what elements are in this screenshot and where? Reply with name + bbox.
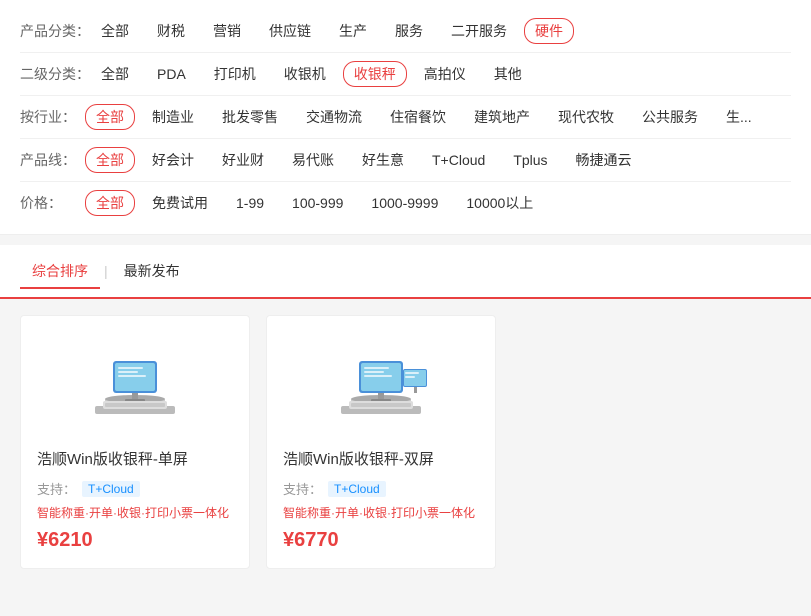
filter-item-price-2[interactable]: 1-99 xyxy=(225,192,275,214)
product-support-0: 支持： T+Cloud xyxy=(37,479,233,498)
filter-item-price-5[interactable]: 10000以上 xyxy=(455,190,544,216)
filter-item-product-line-6[interactable]: Tplus xyxy=(502,149,558,171)
filter-item-price-4[interactable]: 1000-9999 xyxy=(360,192,449,214)
support-tag-0: T+Cloud xyxy=(82,481,140,497)
sort-item-0[interactable]: 综合排序 xyxy=(20,255,100,289)
product-image-1 xyxy=(283,336,479,436)
filter-row-product-category: 产品分类： 全部 财税 营销 供应链 生产 服务 二开服务 硬件 xyxy=(20,10,791,53)
filter-item-product-line-4[interactable]: 好生意 xyxy=(351,147,415,173)
filter-items-industry: 全部 制造业 批发零售 交通物流 住宿餐饮 建筑地产 现代农牧 公共服务 生..… xyxy=(85,104,763,130)
filter-item-product-category-3[interactable]: 供应链 xyxy=(258,18,322,44)
filter-item-sub-category-1[interactable]: PDA xyxy=(146,63,197,85)
filter-row-price: 价格： 全部 免费试用 1-99 100-999 1000-9999 10000… xyxy=(20,182,791,224)
filter-item-product-category-6[interactable]: 二开服务 xyxy=(440,18,518,44)
filter-item-sub-category-0[interactable]: 全部 xyxy=(90,61,140,87)
filter-item-product-line-5[interactable]: T+Cloud xyxy=(421,149,496,171)
filter-item-product-line-0[interactable]: 全部 xyxy=(85,147,135,173)
filter-items-product-category: 全部 财税 营销 供应链 生产 服务 二开服务 硬件 xyxy=(90,18,574,44)
product-support-1: 支持： T+Cloud xyxy=(283,479,479,498)
filter-item-sub-category-3[interactable]: 收银机 xyxy=(273,61,337,87)
filter-item-industry-0[interactable]: 全部 xyxy=(85,104,135,130)
filter-item-product-line-1[interactable]: 好会计 xyxy=(141,147,205,173)
support-label-1: 支持： xyxy=(283,479,322,498)
product-illustration-1 xyxy=(321,341,441,431)
filter-row-product-line: 产品线： 全部 好会计 好业财 易代账 好生意 T+Cloud Tplus 畅捷… xyxy=(20,139,791,182)
filter-item-sub-category-6[interactable]: 其他 xyxy=(483,61,533,87)
filter-item-product-line-3[interactable]: 易代账 xyxy=(281,147,345,173)
product-card-0[interactable]: 浩顺Win版收银秤-单屏 支持： T+Cloud 智能称重·开单·收银·打印小票… xyxy=(20,315,250,569)
filter-label-product-category: 产品分类： xyxy=(20,21,90,41)
filter-item-sub-category-4[interactable]: 收银秤 xyxy=(343,61,407,87)
filter-item-sub-category-2[interactable]: 打印机 xyxy=(203,61,267,87)
filter-row-sub-category: 二级分类： 全部 PDA 打印机 收银机 收银秤 高拍仪 其他 xyxy=(20,53,791,96)
filter-item-industry-2[interactable]: 批发零售 xyxy=(211,104,289,130)
filter-items-product-line: 全部 好会计 好业财 易代账 好生意 T+Cloud Tplus 畅捷通云 xyxy=(85,147,643,173)
filter-row-industry: 按行业： 全部 制造业 批发零售 交通物流 住宿餐饮 建筑地产 现代农牧 公共服… xyxy=(20,96,791,139)
product-title-0: 浩顺Win版收银秤-单屏 xyxy=(37,448,233,469)
products-grid: 浩顺Win版收银秤-单屏 支持： T+Cloud 智能称重·开单·收银·打印小票… xyxy=(0,299,811,585)
product-image-0 xyxy=(37,336,233,436)
filter-label-product-line: 产品线： xyxy=(20,150,85,170)
filter-item-industry-6[interactable]: 现代农牧 xyxy=(547,104,625,130)
filter-item-product-category-7[interactable]: 硬件 xyxy=(524,18,574,44)
product-price-0: ¥6210 xyxy=(37,529,233,552)
filter-item-price-3[interactable]: 100-999 xyxy=(281,192,354,214)
product-illustration-0 xyxy=(75,341,195,431)
filter-items-sub-category: 全部 PDA 打印机 收银机 收银秤 高拍仪 其他 xyxy=(90,61,533,87)
product-desc-0: 智能称重·开单·收银·打印小票一体化 xyxy=(37,504,233,521)
support-label-0: 支持： xyxy=(37,479,76,498)
filter-item-industry-3[interactable]: 交通物流 xyxy=(295,104,373,130)
filter-section: 产品分类： 全部 财税 营销 供应链 生产 服务 二开服务 硬件 二级分类： 全… xyxy=(0,0,811,235)
support-tag-1: T+Cloud xyxy=(328,481,386,497)
filter-item-product-category-0[interactable]: 全部 xyxy=(90,18,140,44)
product-card-1[interactable]: 浩顺Win版收银秤-双屏 支持： T+Cloud 智能称重·开单·收银·打印小票… xyxy=(266,315,496,569)
filter-item-industry-8[interactable]: 生... xyxy=(715,104,763,130)
filter-item-product-category-1[interactable]: 财税 xyxy=(146,18,196,44)
filter-item-sub-category-5[interactable]: 高拍仪 xyxy=(413,61,477,87)
filter-item-product-line-2[interactable]: 好业财 xyxy=(211,147,275,173)
filter-items-price: 全部 免费试用 1-99 100-999 1000-9999 10000以上 xyxy=(85,190,544,216)
filter-item-product-category-2[interactable]: 营销 xyxy=(202,18,252,44)
filter-label-price: 价格： xyxy=(20,193,85,213)
sort-bar: 综合排序 | 最新发布 xyxy=(0,245,811,299)
sort-divider: | xyxy=(100,263,112,279)
product-desc-1: 智能称重·开单·收银·打印小票一体化 xyxy=(283,504,479,521)
filter-label-sub-category: 二级分类： xyxy=(20,64,90,84)
filter-item-price-1[interactable]: 免费试用 xyxy=(141,190,219,216)
filter-item-industry-4[interactable]: 住宿餐饮 xyxy=(379,104,457,130)
filter-item-price-0[interactable]: 全部 xyxy=(85,190,135,216)
filter-label-industry: 按行业： xyxy=(20,107,85,127)
filter-item-industry-1[interactable]: 制造业 xyxy=(141,104,205,130)
product-title-1: 浩顺Win版收银秤-双屏 xyxy=(283,448,479,469)
filter-item-product-category-4[interactable]: 生产 xyxy=(328,18,378,44)
product-price-1: ¥6770 xyxy=(283,529,479,552)
sort-item-1[interactable]: 最新发布 xyxy=(112,255,192,287)
filter-item-product-line-7[interactable]: 畅捷通云 xyxy=(565,147,643,173)
filter-item-product-category-5[interactable]: 服务 xyxy=(384,18,434,44)
filter-item-industry-5[interactable]: 建筑地产 xyxy=(463,104,541,130)
filter-item-industry-7[interactable]: 公共服务 xyxy=(631,104,709,130)
